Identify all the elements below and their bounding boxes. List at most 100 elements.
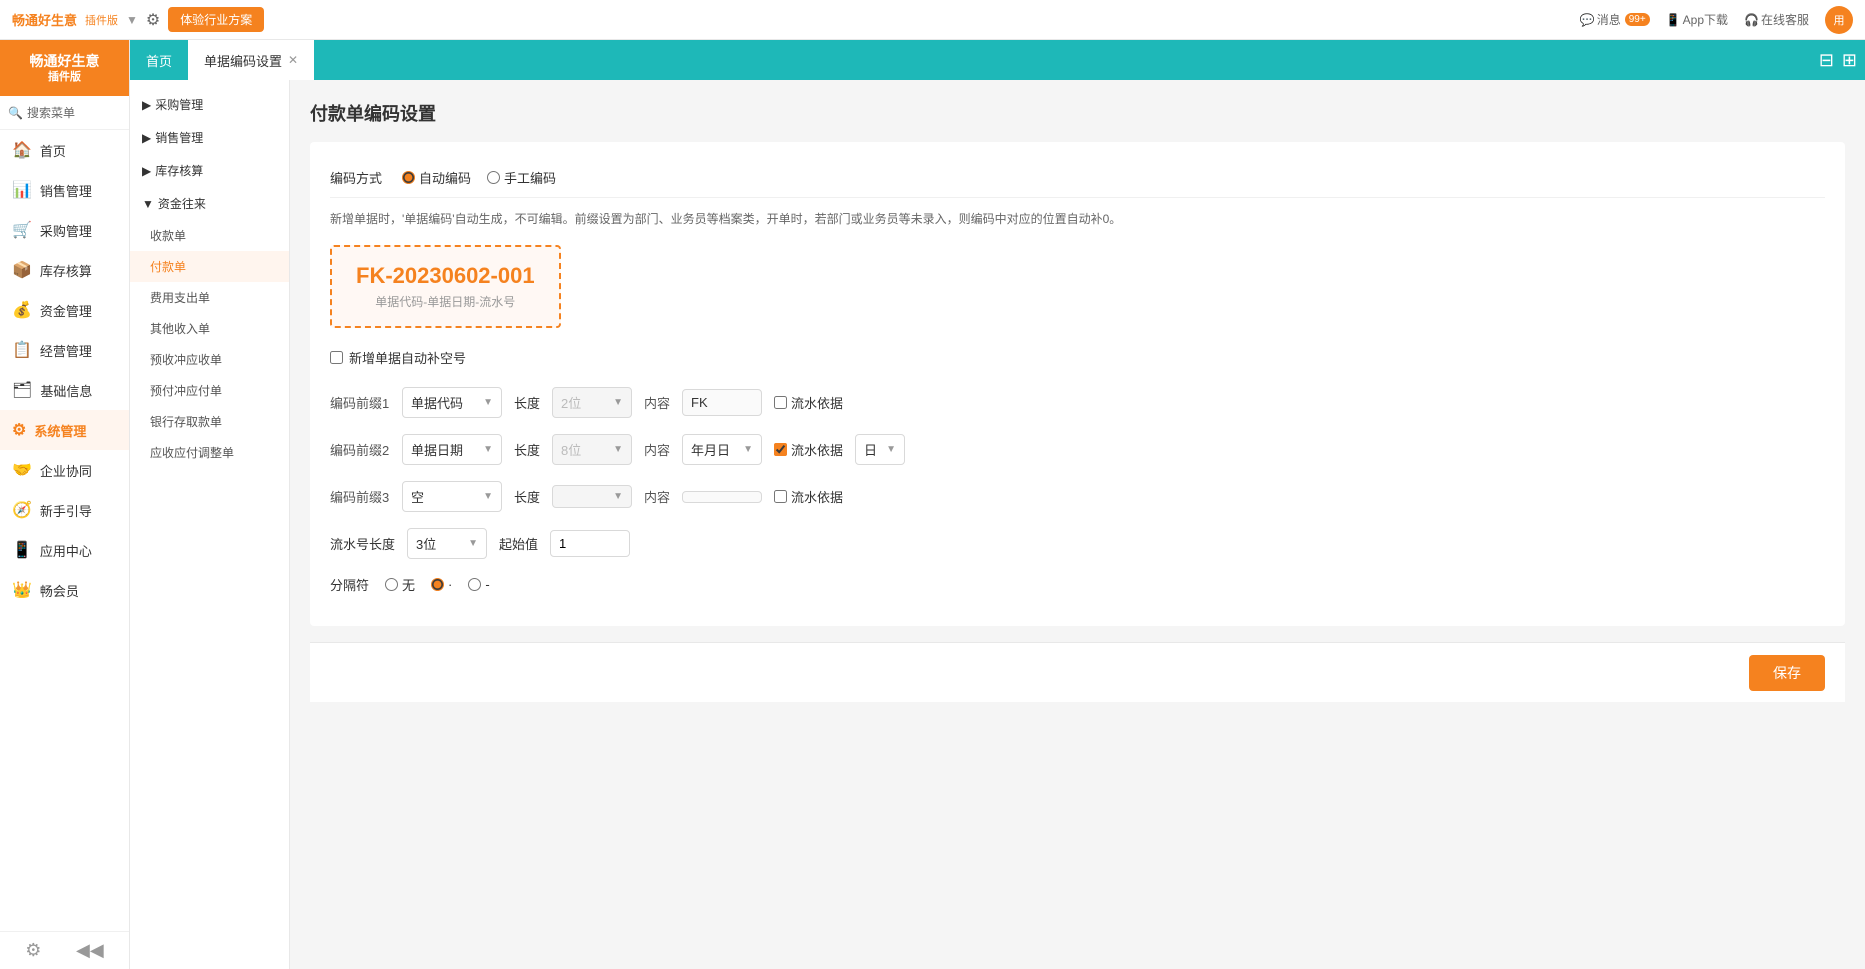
sidebar-item-home[interactable]: 🏠 首页 <box>0 130 129 170</box>
sidebar-item-guide[interactable]: 🧭 新手引导 <box>0 490 129 530</box>
prefix2-select[interactable]: 单据日期 ▼ <box>402 434 502 465</box>
guide-icon: 🧭 <box>12 500 32 520</box>
prefix2-period-select[interactable]: 日 ▼ <box>855 434 905 465</box>
separator-dot-radio[interactable]: · <box>431 577 452 592</box>
member-icon: 👑 <box>12 580 32 600</box>
sidebar-item-other-income[interactable]: 其他收入单 <box>130 313 289 344</box>
prefix3-serial-checkbox[interactable] <box>774 490 787 503</box>
sidebar-item-bank[interactable]: 银行存取款单 <box>130 406 289 437</box>
separator-row: 分隔符 无 · - <box>330 575 1825 594</box>
sidebar-item-payment[interactable]: 付款单 <box>130 251 289 282</box>
sidebar-item-expense[interactable]: 费用支出单 <box>130 282 289 313</box>
separator-dot-input[interactable] <box>431 578 444 591</box>
prefix2-length-select[interactable]: 8位 ▼ <box>552 434 632 465</box>
sidebar-logo: 畅通好生意 插件版 <box>0 40 129 96</box>
tab-minimize-icon[interactable]: ⊟ <box>1819 50 1834 71</box>
group-label-funds: 资金往来 <box>158 195 206 212</box>
separator-dash-radio[interactable]: - <box>468 577 489 592</box>
prefix2-serial-label[interactable]: 流水依据 <box>774 440 843 459</box>
sidebar-item-ar-ap-adjust[interactable]: 应收应付调整单 <box>130 437 289 468</box>
prefix1-serial-label[interactable]: 流水依据 <box>774 393 843 412</box>
top-bar-right: 💬 消息 99+ 📱 App下载 🎧 在线客服 用 <box>1580 6 1853 34</box>
auto-code-input[interactable] <box>402 171 415 184</box>
prefix2-serial-checkbox[interactable] <box>774 443 787 456</box>
message-icon: 💬 <box>1580 13 1595 27</box>
prefix3-select[interactable]: 空 ▼ <box>402 481 502 512</box>
prefix3-length-select[interactable]: ▼ <box>552 485 632 508</box>
collapse-icon[interactable]: ◀◀ <box>76 940 104 961</box>
app-download-link[interactable]: 📱 App下载 <box>1666 11 1728 28</box>
sidebar-item-inventory[interactable]: 📦 库存核算 <box>0 250 129 290</box>
search-icon: 🔍 <box>8 106 23 120</box>
tab-encoding-settings[interactable]: 单据编码设置 ✕ <box>188 40 314 80</box>
group-title-sales[interactable]: ▶ 销售管理 <box>130 121 289 154</box>
message-link[interactable]: 💬 消息 99+ <box>1580 11 1650 28</box>
chevron-right-icon-inventory: ▶ <box>142 164 151 178</box>
sidebar-item-purchase[interactable]: 🛒 采购管理 <box>0 210 129 250</box>
sidebar-item-prepaid-offset[interactable]: 预收冲应收单 <box>130 344 289 375</box>
system-icon: ⚙ <box>12 420 26 440</box>
app-download-label: App下载 <box>1683 11 1728 28</box>
serial-length-select[interactable]: 3位 ▼ <box>407 528 487 559</box>
sidebar-item-sales[interactable]: 📊 销售管理 <box>0 170 129 210</box>
second-sidebar-group-inventory: ▶ 库存核算 <box>130 154 289 187</box>
group-title-funds[interactable]: ▼ 资金往来 <box>130 187 289 220</box>
tab-bar: 首页 单据编码设置 ✕ ⊟ ⊞ <box>130 40 1865 80</box>
serial-start-input[interactable] <box>550 530 630 557</box>
sidebar-item-advance-offset[interactable]: 预付冲应付单 <box>130 375 289 406</box>
auto-fill-row: 新增单据自动补空号 <box>330 348 1825 367</box>
sidebar-label-inventory: 库存核算 <box>40 261 92 280</box>
tab-expand-icon[interactable]: ⊞ <box>1842 50 1857 71</box>
serial-length-label: 流水号长度 <box>330 534 395 553</box>
separator-dash-input[interactable] <box>468 578 481 591</box>
search-menu[interactable]: 🔍 搜索菜单 <box>0 96 129 130</box>
settings-icon[interactable]: ⚙ <box>146 10 160 30</box>
sidebar-item-receipt[interactable]: 收款单 <box>130 220 289 251</box>
sidebar-item-member[interactable]: 👑 畅会员 <box>0 570 129 610</box>
manual-code-input[interactable] <box>487 171 500 184</box>
auto-code-radio[interactable]: 自动编码 <box>402 168 471 187</box>
prefix2-serial-text: 流水依据 <box>791 440 843 459</box>
separator-none-input[interactable] <box>385 578 398 591</box>
chevron-down-icon-funds: ▼ <box>142 197 154 211</box>
chevron-down-icon[interactable]: ▼ <box>126 13 138 27</box>
prefix1-length-select[interactable]: 2位 ▼ <box>552 387 632 418</box>
top-bar-left: 畅通好生意 插件版 ▼ ⚙ 体验行业方案 <box>12 7 264 32</box>
prefix1-serial-checkbox[interactable] <box>774 396 787 409</box>
sidebar-label-home: 首页 <box>40 141 66 160</box>
prefix2-row: 编码前缀2 单据日期 ▼ 长度 8位 ▼ 内容 年月日 <box>330 434 1825 465</box>
online-service-link[interactable]: 🎧 在线客服 <box>1744 11 1809 28</box>
prefix2-value: 单据日期 <box>411 440 463 459</box>
prefix2-content-select[interactable]: 年月日 ▼ <box>682 434 762 465</box>
serial-length-arrow: ▼ <box>468 538 478 549</box>
group-title-inventory[interactable]: ▶ 库存核算 <box>130 154 289 187</box>
group-label-sales: 销售管理 <box>155 129 203 146</box>
sidebar-item-system[interactable]: ⚙ 系统管理 <box>0 410 129 450</box>
user-avatar[interactable]: 用 <box>1825 6 1853 34</box>
auto-code-label: 自动编码 <box>419 168 471 187</box>
sidebar-item-operations[interactable]: 📋 经营管理 <box>0 330 129 370</box>
tab-home[interactable]: 首页 <box>130 40 188 80</box>
sidebar-item-apps[interactable]: 📱 应用中心 <box>0 530 129 570</box>
separator-none-radio[interactable]: 无 <box>385 575 415 594</box>
prefix2-content-arrow: ▼ <box>743 444 753 455</box>
prefix2-label: 编码前缀2 <box>330 440 390 459</box>
prefix3-content-label: 内容 <box>644 487 670 506</box>
manual-code-radio[interactable]: 手工编码 <box>487 168 556 187</box>
auto-fill-checkbox[interactable] <box>330 351 343 364</box>
tab-home-label: 首页 <box>146 51 172 70</box>
prefix1-select[interactable]: 单据代码 ▼ <box>402 387 502 418</box>
prefix3-serial-label[interactable]: 流水依据 <box>774 487 843 506</box>
settings-bottom-icon[interactable]: ⚙ <box>25 940 41 961</box>
sidebar-item-finance[interactable]: 💰 资金管理 <box>0 290 129 330</box>
group-title-purchase[interactable]: ▶ 采购管理 <box>130 88 289 121</box>
enterprise-icon: 🤝 <box>12 460 32 480</box>
tab-close-icon[interactable]: ✕ <box>288 53 298 67</box>
sidebar-label-apps: 应用中心 <box>40 541 92 560</box>
try-industry-button[interactable]: 体验行业方案 <box>168 7 264 32</box>
sidebar-item-enterprise[interactable]: 🤝 企业协同 <box>0 450 129 490</box>
sidebar-item-basic[interactable]: 🗂 基础信息 <box>0 370 129 410</box>
save-button[interactable]: 保存 <box>1749 655 1825 691</box>
basic-icon: 🗂 <box>12 380 32 400</box>
prefix1-value: 单据代码 <box>411 393 463 412</box>
